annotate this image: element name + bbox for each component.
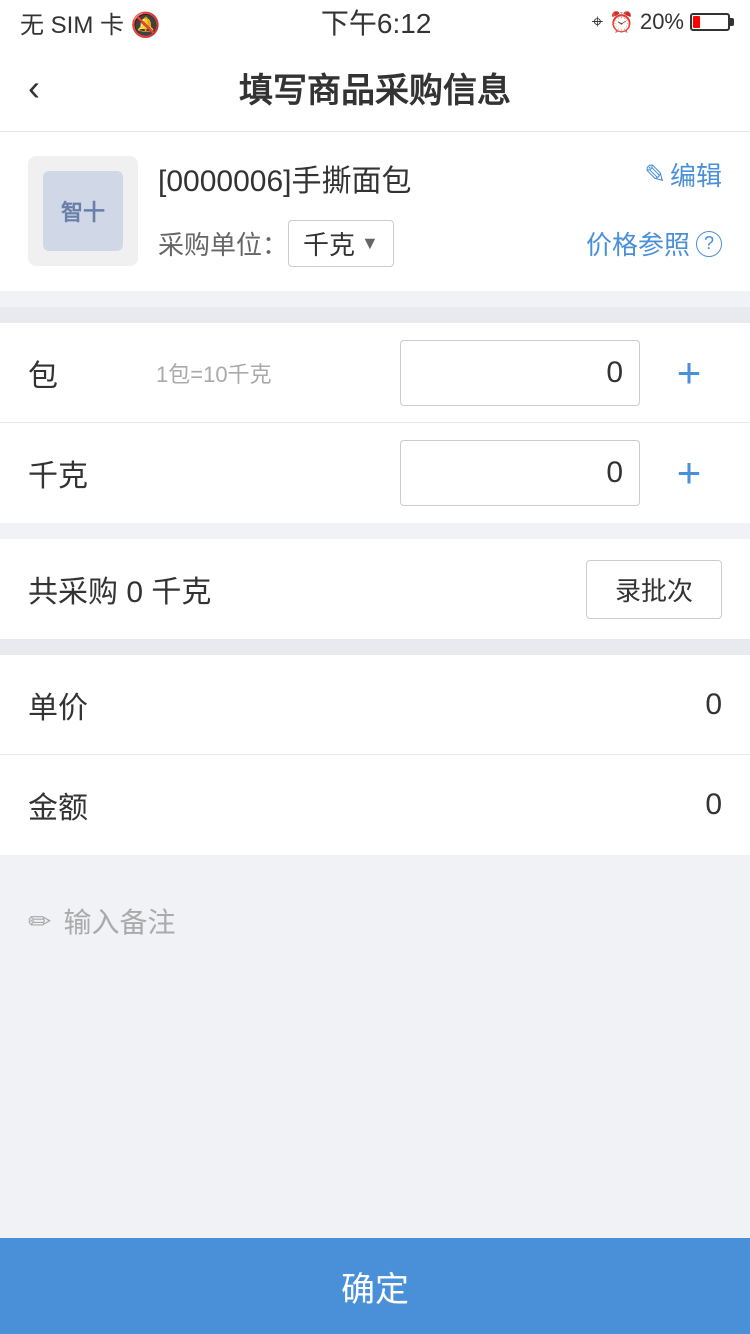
- edit-icon: ✎: [644, 159, 666, 190]
- product-logo: 智十: [43, 171, 123, 251]
- status-right: ⌖ ⏰ 20%: [592, 9, 730, 35]
- price-reference-button[interactable]: 价格参照 ?: [586, 225, 722, 262]
- total-text: 共采购 0 千克: [28, 567, 211, 611]
- pack-sublabel: 1包=10千克: [156, 357, 272, 389]
- kg-input[interactable]: 0: [400, 440, 640, 506]
- dropdown-icon: ▼: [361, 233, 379, 254]
- divider-band-1: [0, 307, 750, 323]
- amount-row: 金额 0: [0, 755, 750, 855]
- remark-placeholder: 输入备注: [63, 901, 175, 941]
- edit-label: 编辑: [670, 156, 722, 193]
- pack-plus-button[interactable]: +: [656, 340, 722, 406]
- price-ref-label: 价格参照: [586, 225, 690, 262]
- alarm-icon: ⏰: [609, 10, 634, 35]
- quantity-input-section: 包 1包=10千克 0 + 千克 0 +: [0, 323, 750, 523]
- product-image: 智十: [28, 156, 138, 266]
- page-title: 填写商品采购信息: [239, 63, 511, 112]
- edit-button[interactable]: ✎ 编辑: [644, 156, 722, 193]
- unit-price-row: 单价 0: [0, 655, 750, 755]
- product-top-row: [0000006]手撕面包 ✎ 编辑: [158, 156, 722, 200]
- sim-status: 无 SIM 卡 🔕: [20, 5, 161, 40]
- location-icon: ⌖: [592, 11, 603, 34]
- unit-value: 千克: [303, 225, 355, 262]
- status-left: 无 SIM 卡 🔕: [20, 5, 161, 40]
- kg-label: 千克: [28, 451, 148, 495]
- unit-selector-group: 采购单位： 千克 ▼: [158, 220, 394, 267]
- price-info-section: 单价 0 金额 0: [0, 655, 750, 855]
- amount-label: 金额: [28, 783, 88, 827]
- unit-price-value: 0: [705, 688, 722, 722]
- unit-price-label: 单价: [28, 683, 88, 727]
- nav-bar: ‹ 填写商品采购信息: [0, 44, 750, 132]
- back-button[interactable]: ‹: [28, 67, 40, 109]
- kg-plus-button[interactable]: +: [656, 440, 722, 506]
- unit-label: 采购单位：: [158, 225, 288, 262]
- total-row: 共采购 0 千克 录批次: [0, 539, 750, 639]
- divider-band-2: [0, 639, 750, 655]
- pencil-icon: ✏: [28, 905, 51, 938]
- product-card: 智十 [0000006]手撕面包 ✎ 编辑 采购单位： 千克 ▼: [0, 132, 750, 291]
- kg-input-row: 千克 0 +: [0, 423, 750, 523]
- amount-value: 0: [705, 788, 722, 822]
- product-name: [0000006]手撕面包: [158, 156, 411, 200]
- status-time: 下午6:12: [321, 2, 432, 42]
- batch-button[interactable]: 录批次: [586, 560, 722, 619]
- product-info: [0000006]手撕面包 ✎ 编辑 采购单位： 千克 ▼ 价格参照 ?: [158, 156, 722, 267]
- content-area: 智十 [0000006]手撕面包 ✎ 编辑 采购单位： 千克 ▼: [0, 132, 750, 1271]
- battery-percentage: 20%: [640, 9, 684, 35]
- help-icon: ?: [696, 231, 722, 257]
- pack-input-row: 包 1包=10千克 0 +: [0, 323, 750, 423]
- pack-input-area: 0 +: [272, 340, 722, 406]
- remark-section[interactable]: ✏ 输入备注: [0, 871, 750, 971]
- unit-dropdown[interactable]: 千克 ▼: [288, 220, 394, 267]
- status-bar: 无 SIM 卡 🔕 下午6:12 ⌖ ⏰ 20%: [0, 0, 750, 44]
- confirm-button[interactable]: 确定: [0, 1238, 750, 1334]
- pack-input[interactable]: 0: [400, 340, 640, 406]
- product-unit-row: 采购单位： 千克 ▼ 价格参照 ?: [158, 220, 722, 267]
- kg-input-area: 0 +: [148, 440, 722, 506]
- bottom-spacer: [0, 971, 750, 1271]
- battery-icon: [690, 13, 730, 31]
- pack-label: 包: [28, 351, 148, 395]
